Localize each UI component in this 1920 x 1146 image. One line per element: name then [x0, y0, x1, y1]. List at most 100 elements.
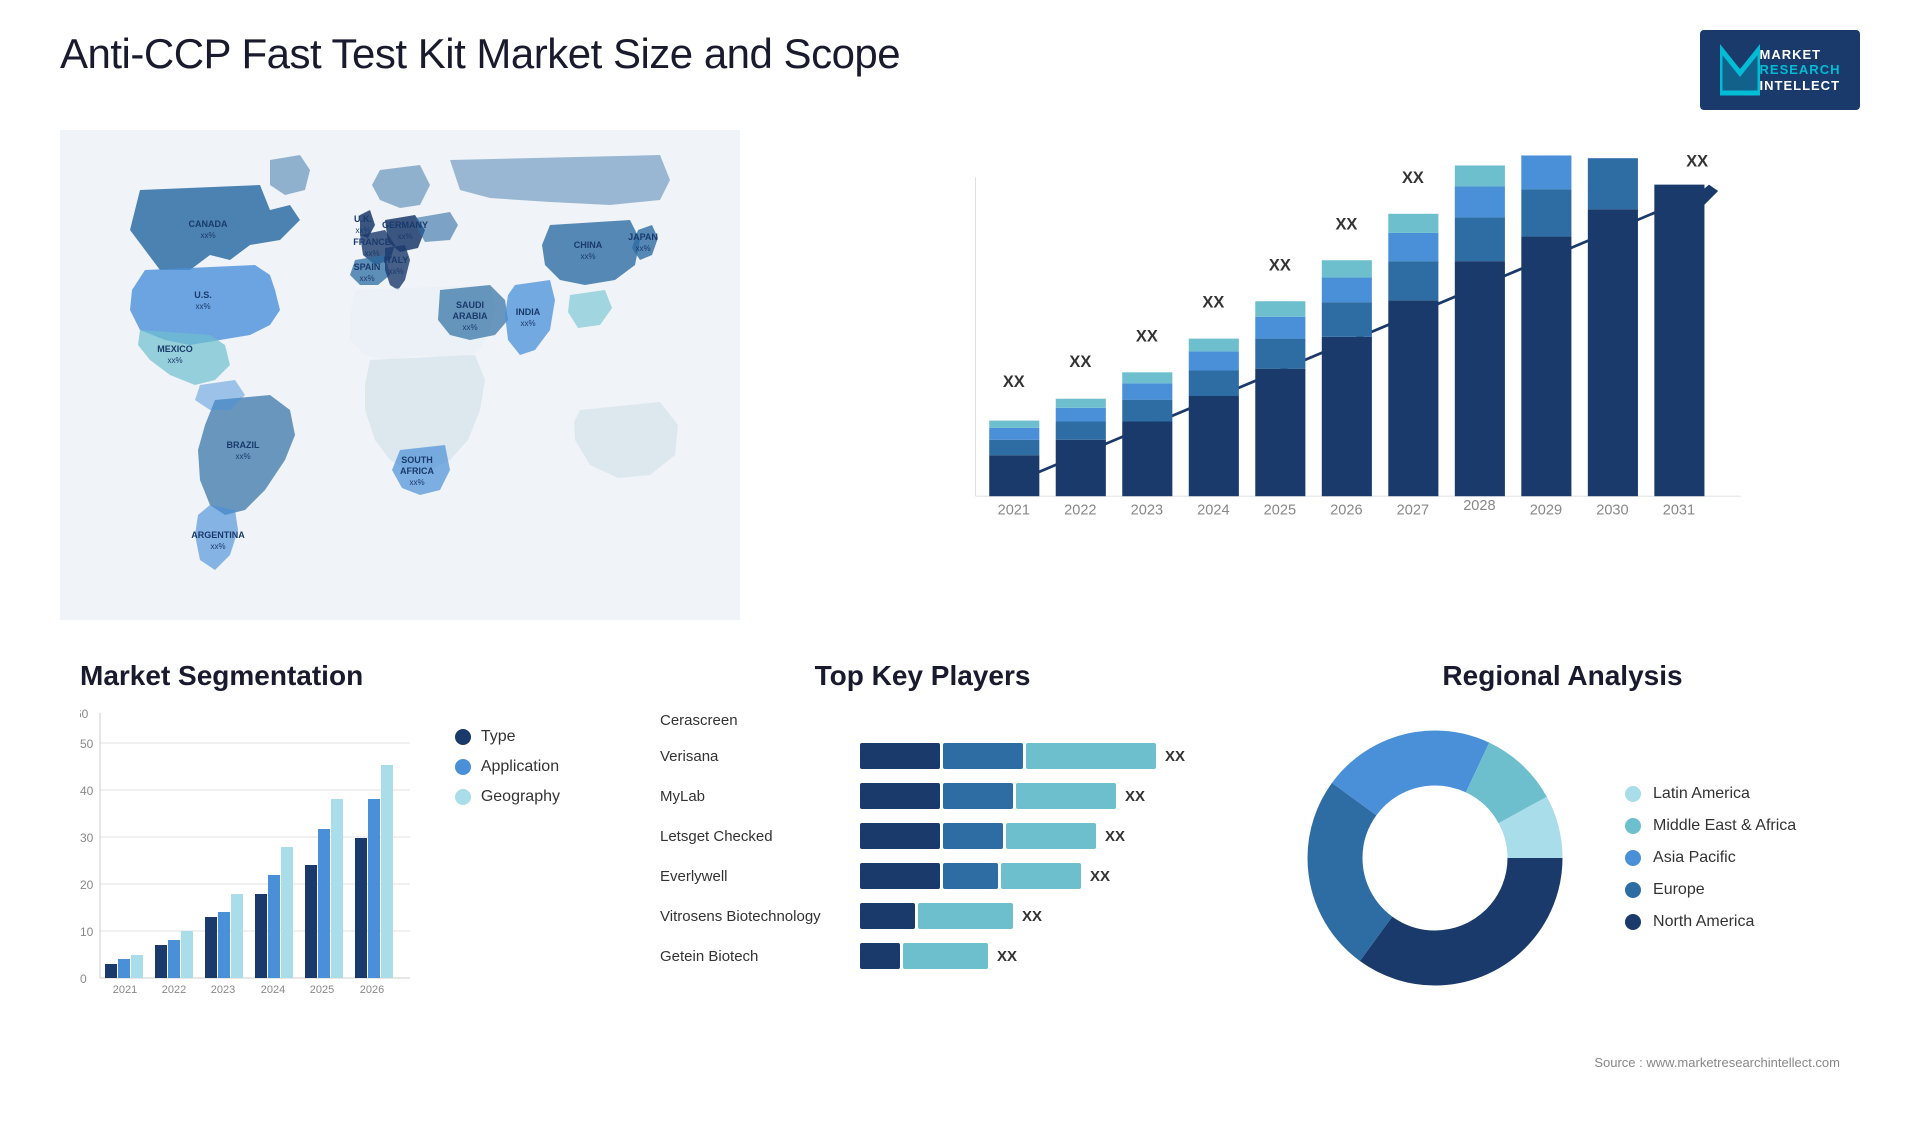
letsget-value: XX — [1105, 828, 1125, 845]
logo-container: MARKET RESEARCH INTELLECT — [1700, 30, 1860, 110]
year-2022: 2022 — [1064, 502, 1096, 518]
legend-na-dot — [1625, 914, 1641, 930]
seg-bars-area: 0 10 20 30 40 50 60 — [80, 708, 435, 988]
brazil-val: xx% — [235, 452, 250, 461]
seg-2022-app — [168, 940, 180, 978]
bar-chart-container: XX 2021 XX 2022 XX 2023 — [780, 130, 1860, 620]
legend-type: Type — [455, 728, 560, 746]
bar-2031-label: XX — [1686, 152, 1708, 170]
bar-2022-seg2 — [1056, 422, 1106, 440]
bar-2026-seg3 — [1322, 278, 1372, 303]
donut-chart — [1285, 708, 1585, 1008]
everlywell-value: XX — [1090, 868, 1110, 885]
regional-chart-area: Latin America Middle East & Africa Asia … — [1285, 708, 1840, 1008]
regional-title: Regional Analysis — [1285, 660, 1840, 692]
legend-latam-label: Latin America — [1653, 785, 1750, 803]
spain-label: SPAIN — [354, 262, 381, 272]
player-vitrosens-name: Vitrosens Biotechnology — [660, 908, 850, 925]
bar-2023-seg1 — [1122, 422, 1172, 497]
page-container: Anti-CCP Fast Test Kit Market Size and S… — [0, 0, 1920, 1146]
segmentation-container: Market Segmentation 0 10 20 30 40 50 60 — [60, 650, 580, 1080]
bar-2024-seg2 — [1189, 370, 1239, 396]
player-mylab-name: MyLab — [660, 788, 850, 805]
player-verisana-bars: XX — [860, 743, 1185, 769]
player-getein-bars: XX — [860, 943, 1185, 969]
legend-geography-dot — [455, 789, 471, 805]
legend-asia-dot — [1625, 850, 1641, 866]
legend-asia-label: Asia Pacific — [1653, 849, 1736, 867]
seg-2025-type — [305, 865, 317, 978]
seg-2023-app — [218, 912, 230, 978]
player-row-mylab: MyLab XX — [660, 783, 1185, 809]
seg-x-2022: 2022 — [162, 984, 186, 996]
regional-container: Regional Analysis — [1265, 650, 1860, 1080]
india-val: xx% — [520, 319, 535, 328]
seg-2022-type — [155, 945, 167, 978]
player-row-everlywell: Everlywell XX — [660, 863, 1185, 889]
player-mylab-bars: XX — [860, 783, 1185, 809]
logo-text: MARKET RESEARCH INTELLECT — [1760, 47, 1841, 94]
player-row-verisana: Verisana XX — [660, 743, 1185, 769]
seg-2022-geo — [181, 931, 193, 978]
italy-label: ITALY — [384, 255, 409, 265]
everlywell-seg1 — [860, 863, 940, 889]
seg-2025-geo — [331, 799, 343, 978]
bar-2027-seg2 — [1388, 261, 1438, 300]
page-title: Anti-CCP Fast Test Kit Market Size and S… — [60, 30, 900, 78]
china-val: xx% — [580, 252, 595, 261]
china-label: CHINA — [574, 240, 603, 250]
letsget-seg3 — [1006, 823, 1096, 849]
argentina-val: xx% — [210, 542, 225, 551]
bar-2024-seg3 — [1189, 351, 1239, 370]
bar-2028-seg3 — [1455, 186, 1505, 217]
legend-latin-america: Latin America — [1625, 785, 1796, 803]
bar-2031-seg1 — [1654, 185, 1704, 497]
germany-label: GERMANY — [382, 220, 428, 230]
year-2031: 2031 — [1663, 502, 1695, 518]
seg-2024-type — [255, 894, 267, 978]
bar-2027-seg4 — [1388, 214, 1438, 233]
france-label: FRANCE — [353, 237, 391, 247]
bar-2023-seg3 — [1122, 383, 1172, 399]
world-map: CANADA xx% U.S. xx% MEXICO xx% BRAZIL xx… — [60, 130, 740, 620]
bar-2028-seg1 — [1455, 261, 1505, 496]
india-label: INDIA — [516, 307, 541, 317]
letsget-seg1 — [860, 823, 940, 849]
bar-2022-seg1 — [1056, 440, 1106, 496]
players-container: Top Key Players Cerascreen Verisana XX M… — [640, 650, 1205, 1080]
y-60: 60 — [80, 708, 89, 721]
legend-geography-label: Geography — [481, 788, 560, 806]
legend-geography: Geography — [455, 788, 560, 806]
bar-2021-seg1 — [989, 455, 1039, 496]
legend-type-label: Type — [481, 728, 516, 746]
seg-2021-geo — [131, 955, 143, 978]
bar-2024-label: XX — [1202, 294, 1224, 312]
bar-2023-label: XX — [1136, 327, 1158, 345]
logo-m-icon — [1720, 43, 1760, 98]
everlywell-seg3 — [1001, 863, 1081, 889]
seg-x-2021: 2021 — [113, 984, 137, 996]
player-verisana-name: Verisana — [660, 748, 850, 765]
bar-2027-seg3 — [1388, 233, 1438, 261]
logo-line1: MARKET — [1760, 47, 1841, 63]
source-text: Source : www.marketresearchintellect.com — [1285, 1045, 1840, 1070]
header: Anti-CCP Fast Test Kit Market Size and S… — [60, 30, 1860, 110]
year-2026: 2026 — [1330, 502, 1362, 518]
brazil-label: BRAZIL — [227, 440, 260, 450]
verisana-value: XX — [1165, 748, 1185, 765]
seg-2024-app — [268, 875, 280, 978]
seg-2026-type — [355, 838, 367, 978]
legend-application: Application — [455, 758, 560, 776]
player-row-cerascreen: Cerascreen — [660, 712, 1185, 729]
bar-2023-seg2 — [1122, 400, 1172, 422]
legend-europe: Europe — [1625, 881, 1796, 899]
bar-2022-seg3 — [1056, 408, 1106, 422]
players-title: Top Key Players — [660, 660, 1185, 692]
year-2028: 2028 — [1463, 498, 1495, 514]
bar-2027-seg1 — [1388, 300, 1438, 496]
player-row-getein: Getein Biotech XX — [660, 943, 1185, 969]
seg-2023-geo — [231, 894, 243, 978]
legend-application-label: Application — [481, 758, 559, 776]
bar-2025-seg1 — [1255, 369, 1305, 497]
mylab-seg2 — [943, 783, 1013, 809]
